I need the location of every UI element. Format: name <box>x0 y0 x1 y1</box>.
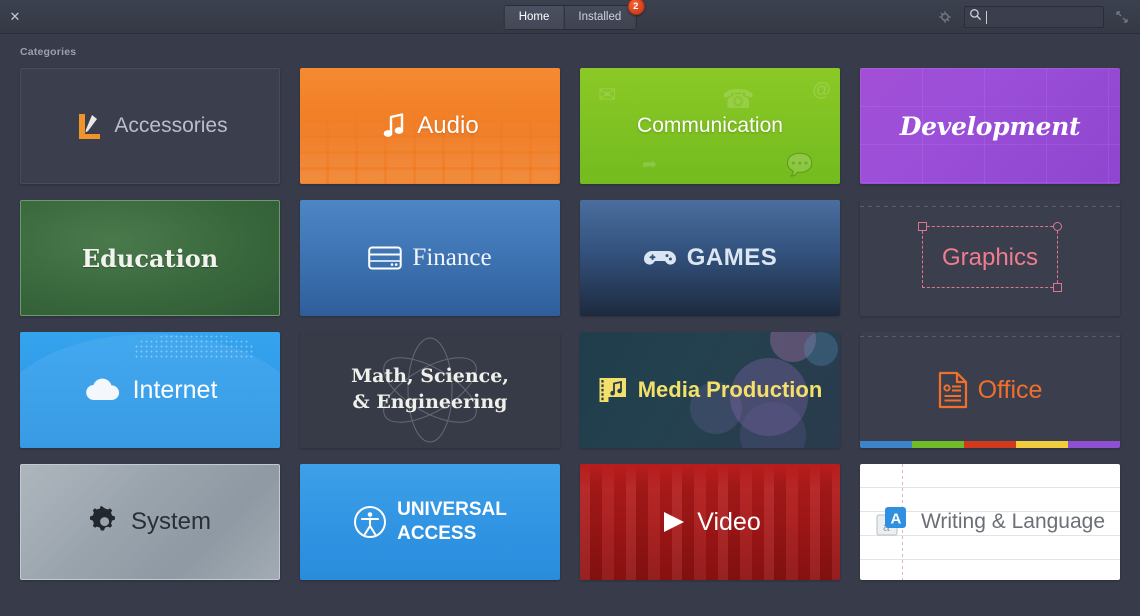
filter-icon[interactable] <box>936 7 956 27</box>
phone-glyph-decor: ☎ <box>722 84 755 114</box>
tab-home[interactable]: Home <box>504 6 565 29</box>
main-content: Categories Accessories Audio ✉ ➦ ☎ 💬 @ C… <box>0 34 1140 580</box>
category-label: Writing & Language <box>920 510 1106 533</box>
tab-installed-label: Installed <box>578 11 622 23</box>
category-tile-internet[interactable]: Internet <box>20 332 280 448</box>
category-tile-math-science-engineering[interactable]: Math, Science, & Engineering <box>300 332 560 448</box>
search-icon <box>969 8 982 26</box>
color-stripe-segment <box>964 441 1016 448</box>
dashed-divider <box>860 206 1120 207</box>
share-glyph-decor: ➦ <box>642 154 658 174</box>
category-tile-audio[interactable]: Audio <box>300 68 560 184</box>
view-tabs: Home Installed 2 <box>503 0 645 30</box>
color-stripe-segment <box>912 441 964 448</box>
dashed-divider <box>860 336 1120 337</box>
category-tile-accessories[interactable]: Accessories <box>20 68 280 184</box>
search-input[interactable] <box>964 6 1104 28</box>
section-title: Categories <box>20 46 77 58</box>
category-label: UNIVERSAL ACCESS <box>397 499 507 544</box>
category-label: Internet <box>132 375 218 404</box>
category-tile-finance[interactable]: Finance <box>300 200 560 316</box>
installed-count-badge: 2 <box>627 0 645 15</box>
category-label: Audio <box>417 112 479 139</box>
category-tile-graphics[interactable]: Graphics <box>860 200 1120 316</box>
color-stripe-segment <box>1016 441 1068 448</box>
tab-home-label: Home <box>518 11 550 23</box>
dot-cloud-decor <box>134 334 255 360</box>
category-label: Development <box>899 111 1081 141</box>
chat-glyph-decor: ✉ <box>598 82 617 107</box>
category-tile-system[interactable]: System <box>20 464 280 580</box>
category-tile-office[interactable]: Office <box>860 332 1120 448</box>
close-icon: ✕ <box>9 9 21 24</box>
text-caret <box>986 10 987 24</box>
marquee-handle-top-left <box>918 222 927 231</box>
cloud-icon <box>83 376 123 404</box>
play-icon <box>659 508 687 536</box>
color-stripe-segment <box>1068 441 1120 448</box>
music-note-icon <box>381 112 407 140</box>
category-label: Video <box>697 507 761 536</box>
category-label: Education <box>81 243 219 273</box>
restore-window-button[interactable] <box>1112 7 1132 27</box>
category-label: Accessories <box>114 114 228 137</box>
bokeh-decor <box>804 332 838 366</box>
svg-text:A: A <box>890 511 901 528</box>
category-label: GAMES <box>686 244 778 271</box>
color-stripe <box>860 441 1120 448</box>
letter-a-badge-icon: a A <box>875 505 911 539</box>
document-icon <box>938 371 968 409</box>
category-label: Office <box>977 375 1043 404</box>
ruler-pencil-icon <box>72 110 104 142</box>
at-glyph-decor: @ <box>812 80 832 101</box>
gamepad-icon <box>643 246 677 270</box>
category-label: Finance <box>412 244 492 271</box>
category-tile-development[interactable]: Development <box>860 68 1120 184</box>
category-label: System <box>130 508 211 535</box>
category-tile-media-production[interactable]: Media Production <box>580 332 840 448</box>
speech-glyph-decor: 💬 <box>786 152 814 177</box>
category-grid: Accessories Audio ✉ ➦ ☎ 💬 @ Communicatio… <box>20 68 1120 580</box>
category-label: Media Production <box>637 377 823 402</box>
category-tile-education[interactable]: Education <box>20 200 280 316</box>
tab-installed[interactable]: Installed 2 <box>564 0 645 29</box>
marquee-handle-bottom-right <box>1053 283 1062 292</box>
accessibility-icon <box>353 505 387 539</box>
category-label: Communication <box>637 114 783 137</box>
titlebar-tools <box>936 0 1132 34</box>
credit-card-icon <box>368 245 403 271</box>
category-tile-games[interactable]: GAMES <box>580 200 840 316</box>
category-tile-communication[interactable]: ✉ ➦ ☎ 💬 @ Communication <box>580 68 840 184</box>
gear-icon <box>89 506 121 538</box>
category-tile-video[interactable]: Video <box>580 464 840 580</box>
category-tile-universal-access[interactable]: UNIVERSAL ACCESS <box>300 464 560 580</box>
marquee-handle-top-right <box>1053 222 1062 231</box>
close-window-button[interactable]: ✕ <box>0 0 30 34</box>
category-label: Math, Science, & Engineering <box>351 365 509 413</box>
titlebar: ✕ Home Installed 2 <box>0 0 1140 34</box>
category-label: Graphics <box>941 244 1039 271</box>
film-music-icon <box>598 375 628 405</box>
category-tile-writing-language[interactable]: a A Writing & Language <box>860 464 1120 580</box>
color-stripe-segment <box>860 441 912 448</box>
